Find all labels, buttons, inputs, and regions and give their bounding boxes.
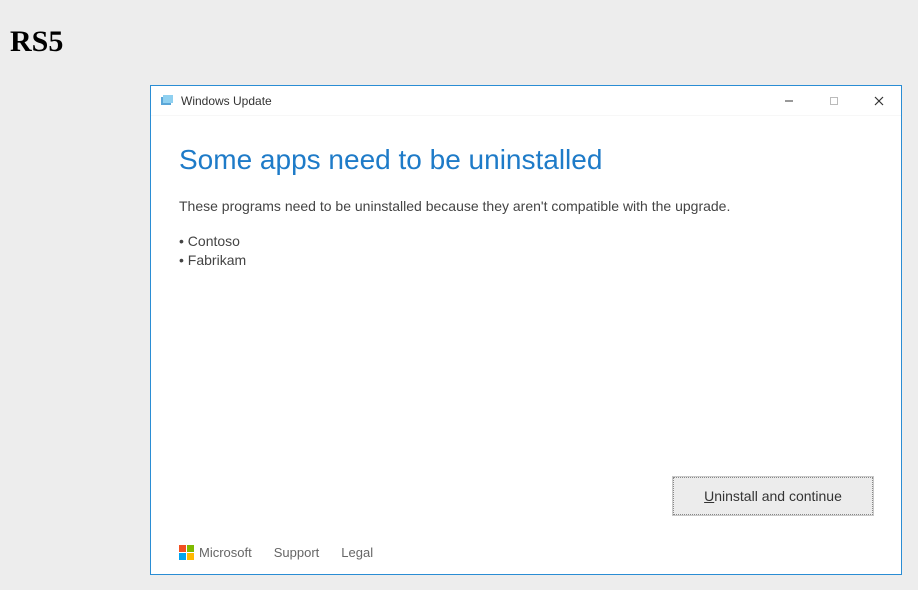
dialog-subheading: These programs need to be uninstalled be… xyxy=(179,198,873,214)
button-row: Uninstall and continue xyxy=(179,477,873,533)
dialog-heading: Some apps need to be uninstalled xyxy=(179,144,873,176)
minimize-button[interactable] xyxy=(766,86,811,115)
list-item: Contoso xyxy=(179,232,873,251)
support-link[interactable]: Support xyxy=(274,545,320,560)
windows-update-window: Windows Update Some apps need to be unin… xyxy=(150,85,902,575)
maximize-button[interactable] xyxy=(811,86,856,115)
microsoft-logo-icon xyxy=(179,545,194,560)
legal-link[interactable]: Legal xyxy=(341,545,373,560)
button-accesskey: U xyxy=(704,488,714,504)
uninstall-and-continue-button[interactable]: Uninstall and continue xyxy=(673,477,873,515)
window-controls xyxy=(766,86,901,115)
microsoft-brand-text: Microsoft xyxy=(199,545,252,560)
microsoft-logo: Microsoft xyxy=(179,545,252,560)
windows-update-icon xyxy=(159,93,175,109)
titlebar: Windows Update xyxy=(151,86,901,116)
close-button[interactable] xyxy=(856,86,901,115)
page-label: RS5 xyxy=(10,25,63,59)
dialog-content: Some apps need to be uninstalled These p… xyxy=(151,116,901,533)
incompatible-apps-list: Contoso Fabrikam xyxy=(179,232,873,270)
list-item: Fabrikam xyxy=(179,251,873,270)
window-title: Windows Update xyxy=(181,94,272,108)
button-label-rest: ninstall and continue xyxy=(714,488,842,504)
dialog-footer: Microsoft Support Legal xyxy=(151,533,901,574)
